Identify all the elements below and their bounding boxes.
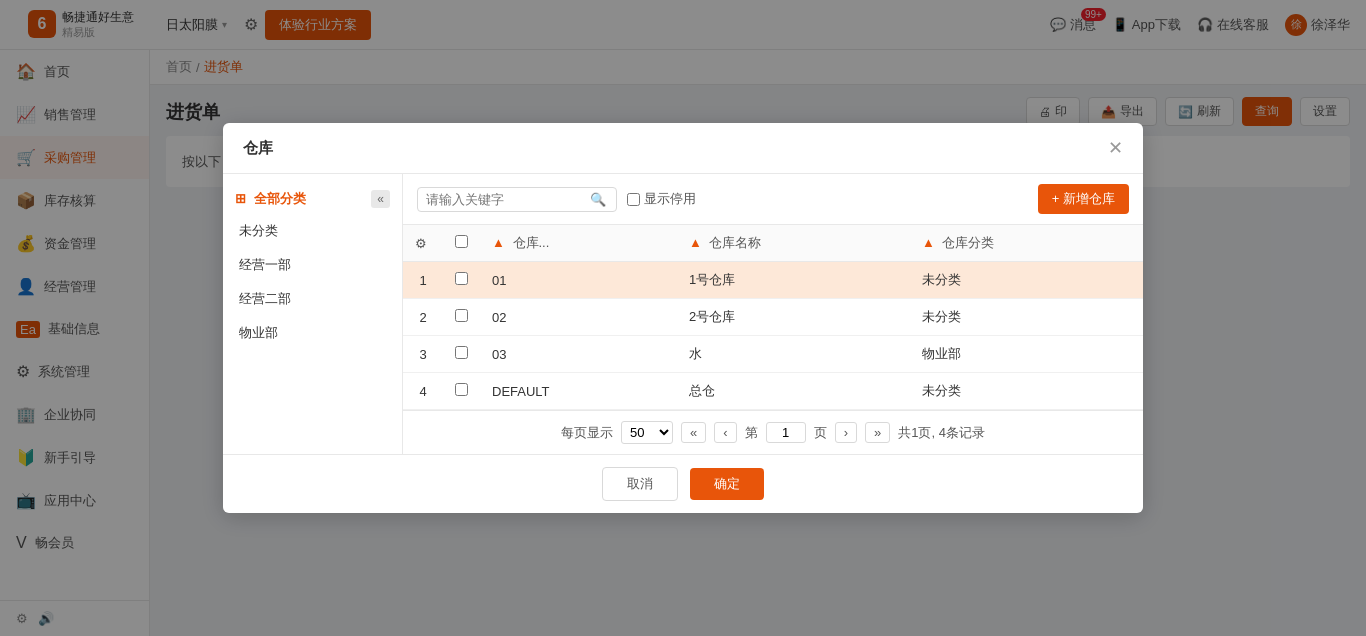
- search-box: 🔍: [417, 187, 617, 212]
- page-size-select[interactable]: 50 10 20 100: [621, 421, 673, 444]
- warehouse-table: ⚙ ▲ 仓库... ▲: [403, 225, 1143, 410]
- modal-overlay[interactable]: 仓库 ✕ ⊞ 全部分类 « 未分类 经营一部 经营二部 物业部: [0, 0, 1366, 636]
- row-code: 02: [480, 299, 677, 336]
- sort-icon-cat: ▲: [922, 235, 935, 250]
- modal-body: ⊞ 全部分类 « 未分类 经营一部 经营二部 物业部 🔍: [223, 174, 1143, 454]
- modal-header: 仓库 ✕: [223, 123, 1143, 174]
- collapse-button[interactable]: «: [371, 190, 390, 208]
- table-row[interactable]: 1 01 1号仓库 未分类: [403, 262, 1143, 299]
- pagination-bar: 每页显示 50 10 20 100 « ‹ 第 页 › » 共1页, 4条记录: [403, 410, 1143, 454]
- first-page-button[interactable]: «: [681, 422, 706, 443]
- row-name: 水: [677, 336, 910, 373]
- row-name: 2号仓库: [677, 299, 910, 336]
- prev-page-button[interactable]: ‹: [714, 422, 736, 443]
- show-disabled-checkbox[interactable]: [627, 193, 640, 206]
- show-disabled-label: 显示停用: [644, 190, 696, 208]
- sort-icon: ▲: [492, 235, 505, 250]
- row-code: 01: [480, 262, 677, 299]
- search-input[interactable]: [426, 192, 586, 207]
- table-row[interactable]: 4 DEFAULT 总仓 未分类: [403, 373, 1143, 410]
- row-category: 未分类: [910, 373, 1143, 410]
- cancel-button[interactable]: 取消: [602, 467, 678, 501]
- warehouse-modal: 仓库 ✕ ⊞ 全部分类 « 未分类 经营一部 经营二部 物业部: [223, 123, 1143, 513]
- row-num: 4: [403, 373, 443, 410]
- select-all-checkbox[interactable]: [455, 235, 468, 248]
- search-icon[interactable]: 🔍: [590, 192, 606, 207]
- modal-title: 仓库: [243, 139, 273, 158]
- sort-icon-name: ▲: [689, 235, 702, 250]
- row-num: 3: [403, 336, 443, 373]
- total-info: 共1页, 4条记录: [898, 424, 985, 442]
- col-checkbox: [443, 225, 480, 262]
- row-num: 1: [403, 262, 443, 299]
- category-item-unclassified[interactable]: 未分类: [223, 214, 402, 248]
- row-checkbox[interactable]: [455, 272, 468, 285]
- row-code: 03: [480, 336, 677, 373]
- row-category: 物业部: [910, 336, 1143, 373]
- col-name: ▲ 仓库名称: [677, 225, 910, 262]
- category-item-ops2[interactable]: 经营二部: [223, 282, 402, 316]
- table-container: ⚙ ▲ 仓库... ▲: [403, 225, 1143, 410]
- col-code: ▲ 仓库...: [480, 225, 677, 262]
- confirm-button[interactable]: 确定: [690, 468, 764, 500]
- row-category: 未分类: [910, 299, 1143, 336]
- category-item-property[interactable]: 物业部: [223, 316, 402, 350]
- row-checkbox-cell: [443, 299, 480, 336]
- row-code: DEFAULT: [480, 373, 677, 410]
- row-name: 总仓: [677, 373, 910, 410]
- row-checkbox-cell: [443, 336, 480, 373]
- new-warehouse-button[interactable]: + 新增仓库: [1038, 184, 1129, 214]
- col-category: ▲ 仓库分类: [910, 225, 1143, 262]
- content-toolbar: 🔍 显示停用 + 新增仓库: [403, 174, 1143, 225]
- content-panel: 🔍 显示停用 + 新增仓库 ⚙: [403, 174, 1143, 454]
- row-checkbox[interactable]: [455, 309, 468, 322]
- table-header: ⚙ ▲ 仓库... ▲: [403, 225, 1143, 262]
- next-page-button[interactable]: ›: [835, 422, 857, 443]
- last-page-button[interactable]: »: [865, 422, 890, 443]
- row-num: 2: [403, 299, 443, 336]
- modal-footer: 取消 确定: [223, 454, 1143, 513]
- category-item-ops1[interactable]: 经营一部: [223, 248, 402, 282]
- grid-icon: ⊞: [235, 191, 246, 206]
- row-checkbox[interactable]: [455, 346, 468, 359]
- col-settings: ⚙: [403, 225, 443, 262]
- row-category: 未分类: [910, 262, 1143, 299]
- modal-close-button[interactable]: ✕: [1108, 137, 1123, 159]
- table-row[interactable]: 2 02 2号仓库 未分类: [403, 299, 1143, 336]
- show-disabled-checkbox-group: 显示停用: [627, 190, 696, 208]
- row-checkbox-cell: [443, 373, 480, 410]
- table-body: 1 01 1号仓库 未分类 2: [403, 262, 1143, 410]
- row-checkbox-cell: [443, 262, 480, 299]
- category-panel: ⊞ 全部分类 « 未分类 经营一部 经营二部 物业部: [223, 174, 403, 454]
- settings-col-icon: ⚙: [415, 236, 427, 251]
- row-checkbox[interactable]: [455, 383, 468, 396]
- table-row[interactable]: 3 03 水 物业部: [403, 336, 1143, 373]
- row-name: 1号仓库: [677, 262, 910, 299]
- page-number-input[interactable]: [766, 422, 806, 443]
- all-categories-item[interactable]: ⊞ 全部分类 «: [223, 184, 402, 214]
